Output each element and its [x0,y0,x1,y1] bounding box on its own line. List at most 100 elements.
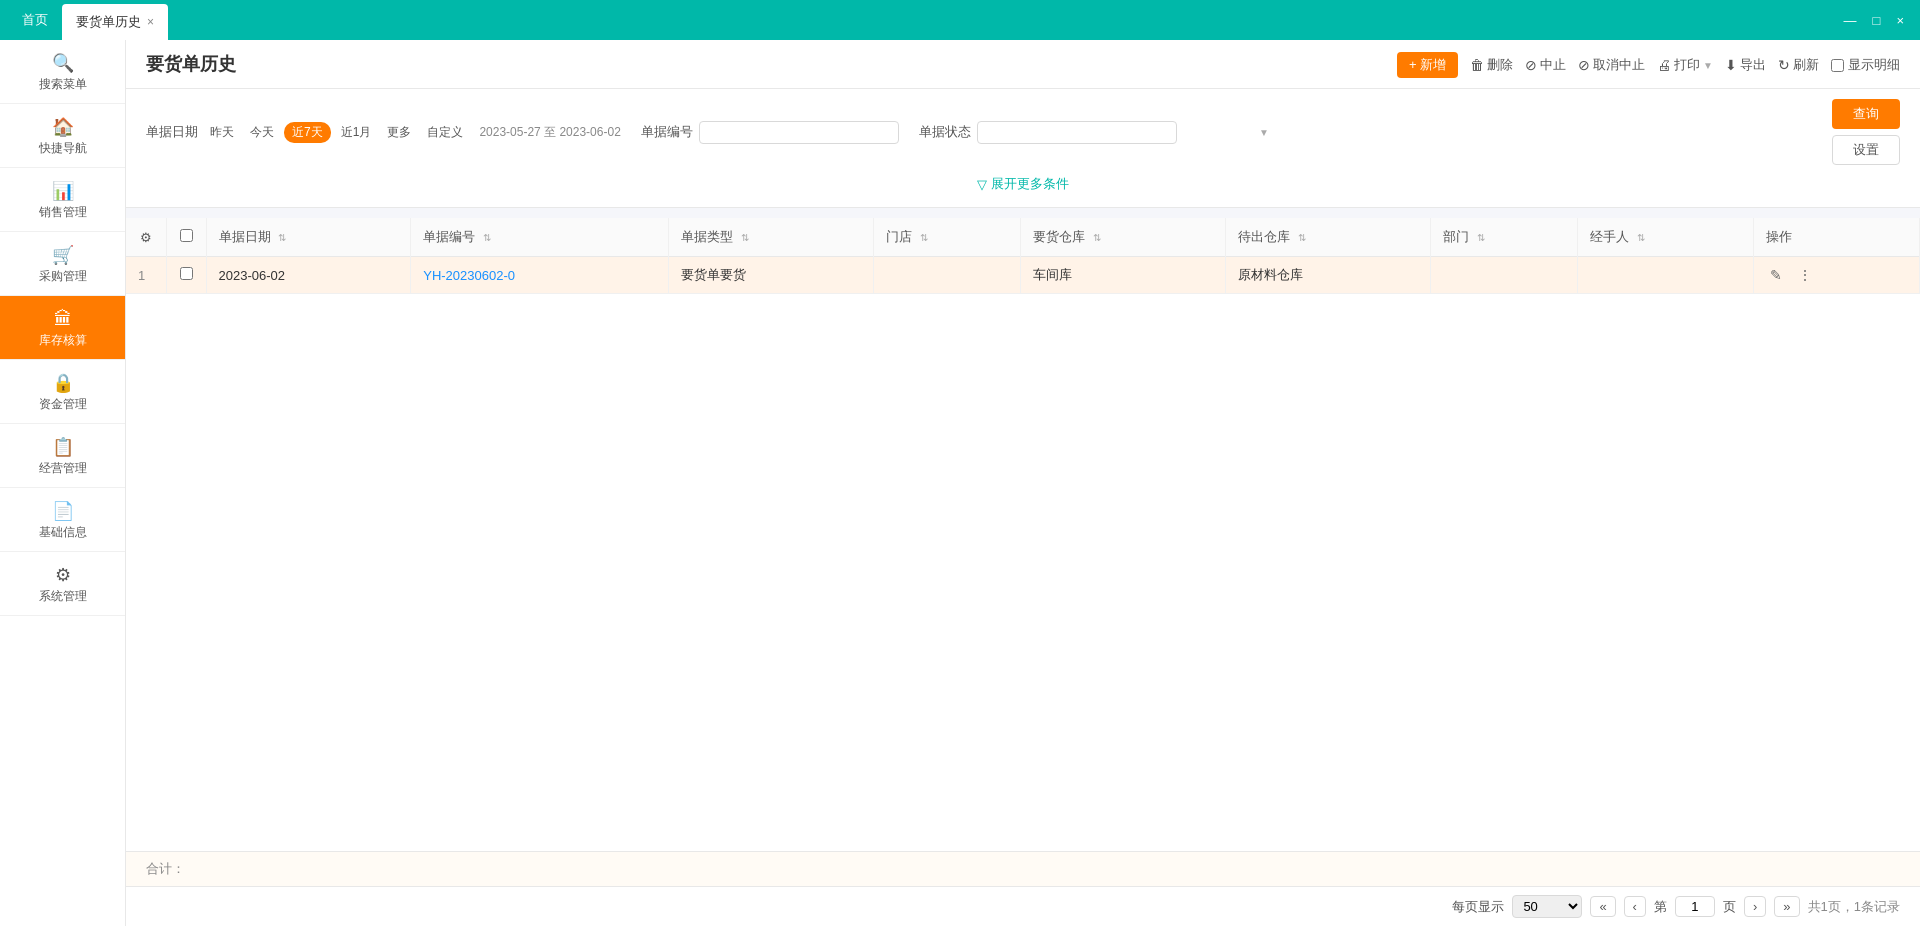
th-doc-type[interactable]: 单据类型 ⇅ [669,218,874,257]
row-doc-no: YH-20230602-0 [411,257,669,294]
sidebar-item-base-info[interactable]: 📄 基础信息 [0,488,125,552]
sidebar-item-search-menu[interactable]: 🔍 搜索菜单 [0,40,125,104]
pagination-bar: 每页显示 20 50 100 200 « ‹ 第 页 › » 共1页，1条记录 [126,886,1920,926]
sidebar-item-shortcut-nav[interactable]: 🏠 快捷导航 [0,104,125,168]
sidebar-item-inventory-calc[interactable]: 🏛 库存核算 [0,296,125,360]
main-layout: 🔍 搜索菜单 🏠 快捷导航 📊 销售管理 🛒 采购管理 🏛 库存核算 🔒 资金管… [0,40,1920,926]
row-pending-warehouse: 原材料仓库 [1226,257,1431,294]
doc-status-select-wrapper: 待审核 已审核 已中止 [977,121,1277,144]
date-btn-yesterday[interactable]: 昨天 [204,122,240,143]
purchase-icon: 🛒 [52,246,74,264]
row-checkbox-cell [166,257,206,294]
date-btn-today[interactable]: 今天 [244,122,280,143]
sidebar-item-label: 基础信息 [39,524,87,541]
th-actions: 操作 [1754,218,1920,257]
doc-no-input[interactable] [699,121,899,144]
sidebar-item-label: 经营管理 [39,460,87,477]
new-button[interactable]: + 新增 [1397,52,1458,78]
row-num: 1 [126,257,166,294]
maximize-icon[interactable]: □ [1873,13,1881,28]
row-edit-icon[interactable]: ✎ [1766,265,1786,285]
row-actions: ✎ ⋮ [1766,265,1907,285]
page-header: 要货单历史 + 新增 🗑 删除 ⊘ 中止 ⊘ 取消中止 🖨 [126,40,1920,89]
sidebar-item-sales-mgmt[interactable]: 📊 销售管理 [0,168,125,232]
th-pending-warehouse[interactable]: 待出仓库 ⇅ [1226,218,1431,257]
doc-no-label: 单据编号 [641,123,693,141]
date-btn-7days[interactable]: 近7天 [284,122,331,143]
expand-more-button[interactable]: ▽ 展开更多条件 [146,171,1900,197]
tab-close-icon[interactable]: × [147,15,154,29]
row-dept [1430,257,1577,294]
date-range-text: 2023-05-27 至 2023-06-02 [479,124,620,141]
delete-icon: 🗑 [1470,57,1484,73]
export-button[interactable]: ⬇ 导出 [1725,56,1766,74]
minimize-icon[interactable]: — [1844,13,1857,28]
th-doc-no[interactable]: 单据编号 ⇅ [411,218,669,257]
date-btn-custom[interactable]: 自定义 [421,122,469,143]
data-table-wrapper: ⚙ 单据日期 ⇅ 单据编号 ⇅ 单据类型 [126,218,1920,851]
page-info: 共1页，1条记录 [1808,898,1900,916]
doc-no-filter: 单据编号 [641,121,899,144]
tab-bar: 首页 要货单历史 × [8,0,168,40]
display-detail-toggle[interactable]: 显示明细 [1831,56,1900,74]
next-page-button[interactable]: › [1744,896,1766,917]
doc-date-filter: 单据日期 昨天 今天 近7天 近1月 更多 自定义 2023-05-27 至 2… [146,122,621,143]
prev-page-button[interactable]: ‹ [1624,896,1646,917]
print-icon: 🖨 [1657,57,1671,73]
base-info-icon: 📄 [52,502,74,520]
refresh-button[interactable]: ↻ 刷新 [1778,56,1819,74]
doc-no-link[interactable]: YH-20230602-0 [423,268,515,283]
delete-button[interactable]: 🗑 删除 [1470,56,1513,74]
cancel-stop-icon: ⊘ [1578,57,1590,73]
sidebar-item-purchase-mgmt[interactable]: 🛒 采购管理 [0,232,125,296]
sidebar-item-sys-mgmt[interactable]: ⚙ 系统管理 [0,552,125,616]
settings-button[interactable]: 设置 [1832,135,1900,165]
last-page-button[interactable]: » [1774,896,1799,917]
query-button[interactable]: 查询 [1832,99,1900,129]
sort-icon: ⇅ [1637,232,1645,243]
inventory-icon: 🏛 [54,310,72,328]
page-size-select[interactable]: 20 50 100 200 [1512,895,1582,918]
date-btn-more[interactable]: 更多 [381,122,417,143]
sidebar-item-ops-mgmt[interactable]: 📋 经营管理 [0,424,125,488]
th-store[interactable]: 门店 ⇅ [874,218,1021,257]
th-settings[interactable]: ⚙ [126,218,166,257]
table-row: 1 2023-06-02 YH-20230602-0 要货单要货 车间库 原材料… [126,257,1920,294]
date-btn-1month[interactable]: 近1月 [335,122,378,143]
page-label: 第 [1654,898,1667,916]
export-icon: ⬇ [1725,57,1737,73]
close-icon[interactable]: × [1896,13,1904,28]
expand-more-icon: ▽ [977,177,987,192]
th-dept[interactable]: 部门 ⇅ [1430,218,1577,257]
doc-status-select[interactable]: 待审核 已审核 已中止 [977,121,1177,144]
tab-home[interactable]: 首页 [8,0,62,40]
doc-status-filter: 单据状态 待审核 已审核 已中止 [919,121,1277,144]
top-bar: 首页 要货单历史 × — □ × [0,0,1920,40]
print-button[interactable]: 🖨 打印 ▼ [1657,56,1713,74]
sort-icon: ⇅ [278,232,286,243]
footer-label: 合计： [146,860,185,878]
stop-button[interactable]: ⊘ 中止 [1525,56,1566,74]
row-doc-type: 要货单要货 [669,257,874,294]
select-all-checkbox[interactable] [180,229,193,242]
th-req-warehouse[interactable]: 要货仓库 ⇅ [1021,218,1226,257]
sidebar: 🔍 搜索菜单 🏠 快捷导航 📊 销售管理 🛒 采购管理 🏛 库存核算 🔒 资金管… [0,40,126,926]
cancel-stop-button[interactable]: ⊘ 取消中止 [1578,56,1645,74]
filter-area: 单据日期 昨天 今天 近7天 近1月 更多 自定义 2023-05-27 至 2… [126,89,1920,208]
row-checkbox[interactable] [180,267,193,280]
row-req-warehouse: 车间库 [1021,257,1226,294]
th-handler[interactable]: 经手人 ⇅ [1578,218,1754,257]
page-size-label: 每页显示 [1452,898,1504,916]
sidebar-item-finance-mgmt[interactable]: 🔒 资金管理 [0,360,125,424]
page-number-input[interactable] [1675,896,1715,917]
row-more-icon[interactable]: ⋮ [1794,265,1816,285]
sort-icon: ⇅ [1298,232,1306,243]
display-detail-checkbox[interactable] [1831,59,1844,72]
first-page-button[interactable]: « [1590,896,1615,917]
th-doc-date[interactable]: 单据日期 ⇅ [206,218,411,257]
th-checkbox [166,218,206,257]
tab-active[interactable]: 要货单历史 × [62,4,168,40]
page-title: 要货单历史 [146,52,236,88]
row-store [874,257,1021,294]
sort-icon: ⇅ [741,232,749,243]
